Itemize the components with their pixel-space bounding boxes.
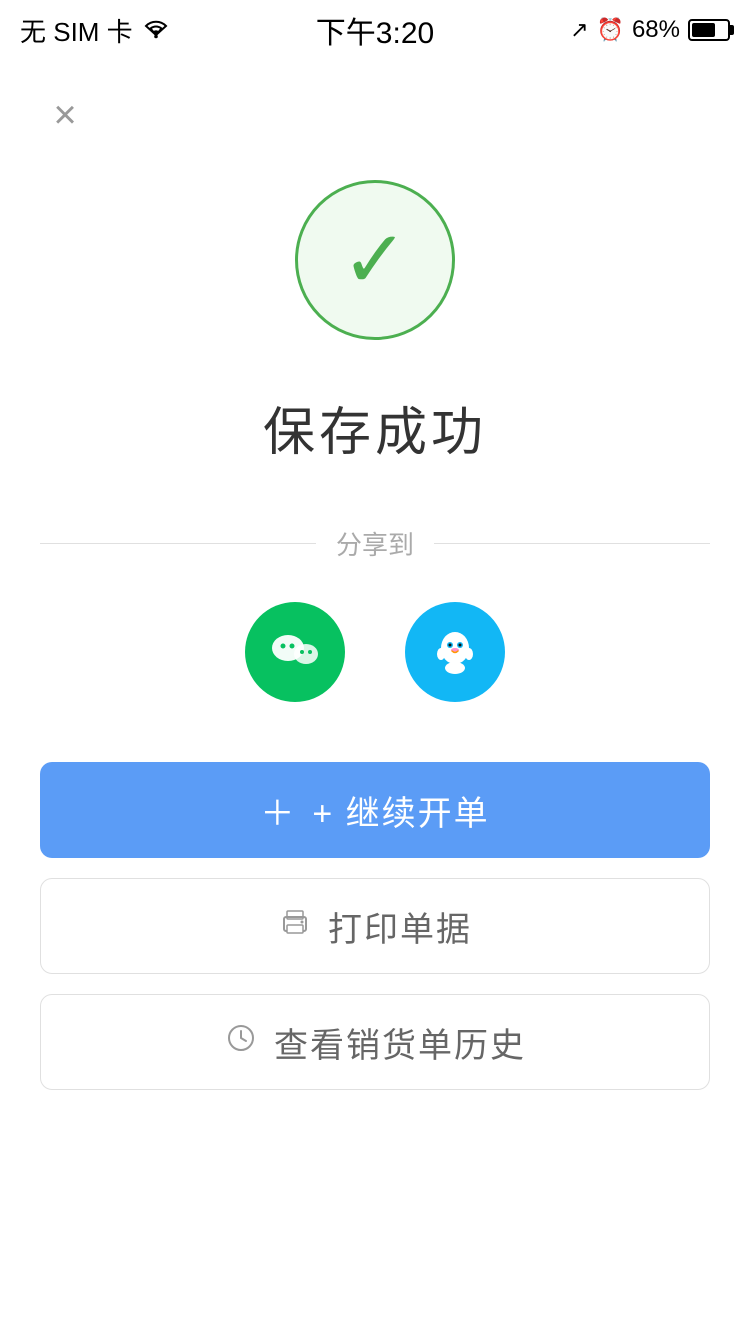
continue-button[interactable]: ＋ + 继续开单 xyxy=(40,762,710,858)
success-title: 保存成功 xyxy=(263,390,487,465)
share-section: 分享到 xyxy=(40,525,710,702)
success-icon-circle: ✓ xyxy=(295,180,455,340)
close-icon: × xyxy=(53,95,76,135)
status-carrier: 无 SIM 卡 xyxy=(20,12,171,49)
status-time: 下午3:20 xyxy=(316,8,434,52)
action-buttons: ＋ + 继续开单 打印单据 查看销货单历史 xyxy=(40,762,710,1090)
page-content: × ✓ 保存成功 分享到 xyxy=(0,60,750,1334)
history-button[interactable]: 查看销货单历史 xyxy=(40,994,710,1090)
carrier-text: 无 SIM 卡 xyxy=(20,12,133,49)
status-right: ↗ ⏰ 68% xyxy=(570,16,730,44)
print-icon xyxy=(278,905,312,948)
qq-share-button[interactable] xyxy=(405,602,505,702)
print-button[interactable]: 打印单据 xyxy=(40,878,710,974)
battery-visual xyxy=(688,19,730,41)
share-divider-row: 分享到 xyxy=(40,525,710,562)
qq-icon xyxy=(423,620,487,684)
divider-left xyxy=(40,543,316,544)
history-label: 查看销货单历史 xyxy=(274,1018,526,1067)
share-label: 分享到 xyxy=(336,525,414,562)
battery-percent: 68% xyxy=(632,16,680,44)
continue-label: + 继续开单 xyxy=(312,786,489,835)
history-icon xyxy=(224,1021,258,1064)
status-bar: 无 SIM 卡 下午3:20 ↗ ⏰ 68% xyxy=(0,0,750,60)
plus-icon: ＋ xyxy=(260,786,296,835)
close-button[interactable]: × xyxy=(40,90,90,140)
wechat-icon xyxy=(263,620,327,684)
wifi-icon xyxy=(141,15,171,46)
share-icons-row xyxy=(245,602,505,702)
checkmark-icon: ✓ xyxy=(341,220,408,300)
wechat-share-button[interactable] xyxy=(245,602,345,702)
print-label: 打印单据 xyxy=(328,902,472,951)
location-icon: ↗ xyxy=(570,17,588,43)
alarm-icon: ⏰ xyxy=(597,17,624,43)
close-button-row: × xyxy=(40,60,710,160)
divider-right xyxy=(434,543,710,544)
